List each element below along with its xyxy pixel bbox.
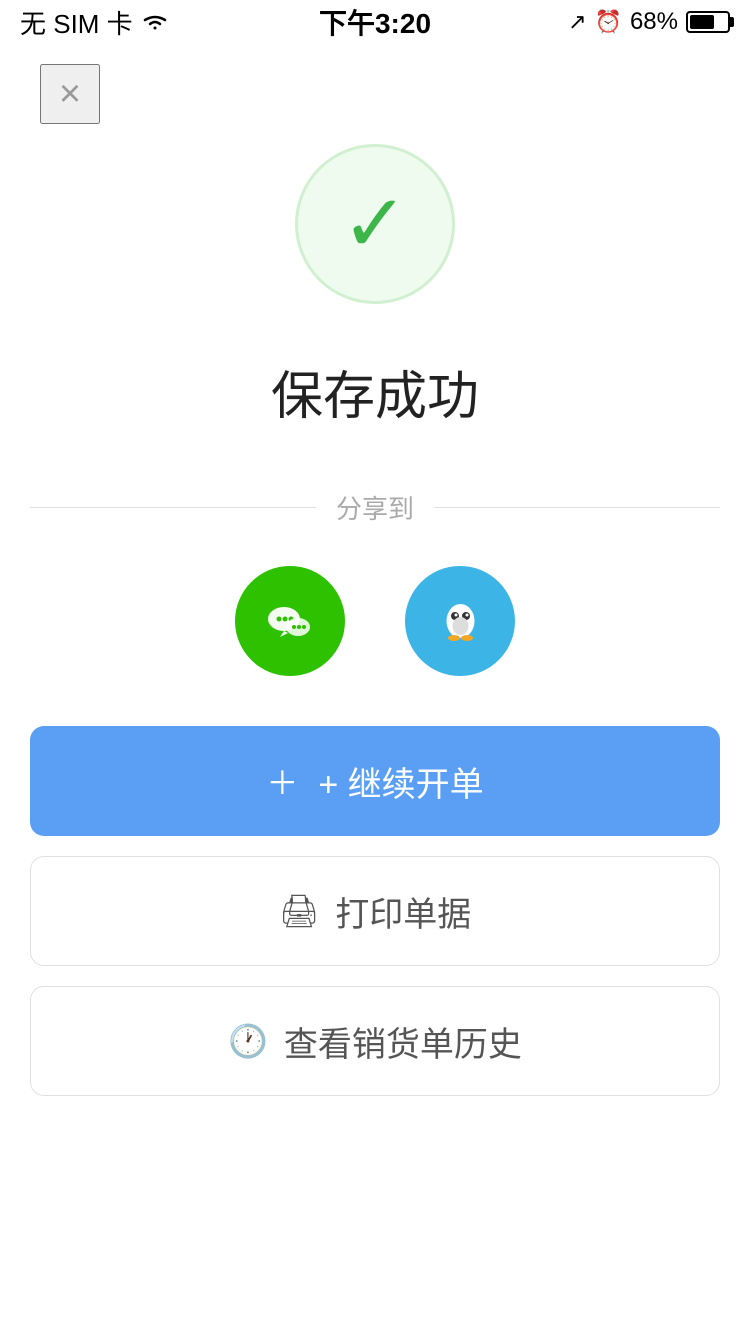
printer-icon: 🖨 — [279, 892, 320, 930]
main-content: × ✓ 保存成功 分享到 — [0, 44, 750, 1334]
divider-right — [434, 507, 720, 508]
battery-text: 68% — [630, 8, 678, 36]
history-label: 查看销货单历史 — [284, 1017, 522, 1066]
qq-icon — [428, 589, 493, 654]
wifi-icon — [141, 12, 169, 32]
print-button[interactable]: 🖨 打印单据 — [30, 856, 720, 966]
success-circle: ✓ — [295, 144, 455, 304]
wechat-icon — [258, 589, 323, 654]
print-label: 打印单据 — [335, 887, 471, 936]
checkmark-icon: ✓ — [341, 184, 408, 264]
share-label: 分享到 — [336, 489, 414, 526]
close-button[interactable]: × — [40, 64, 100, 124]
action-buttons: ＋ + 继续开单 🖨 打印单据 🕐 查看销货单历史 — [30, 726, 720, 1096]
success-title: 保存成功 — [271, 354, 479, 429]
wechat-share-button[interactable] — [235, 566, 345, 676]
divider-left — [30, 507, 316, 508]
share-section: 分享到 — [30, 489, 720, 676]
history-button[interactable]: 🕐 查看销货单历史 — [30, 986, 720, 1096]
status-time: 下午3:20 — [319, 2, 431, 42]
status-right: ↗ ⏰ 68% — [568, 8, 730, 36]
share-icons — [235, 566, 515, 676]
close-icon: × — [59, 75, 81, 113]
status-left: 无 SIM 卡 — [20, 4, 169, 41]
continue-label: + 继续开单 — [318, 757, 483, 806]
no-sim-text: 无 SIM 卡 — [20, 4, 133, 41]
plus-icon: ＋ — [266, 758, 298, 804]
direction-icon: ↗ — [568, 9, 586, 35]
status-bar: 无 SIM 卡 下午3:20 ↗ ⏰ 68% — [0, 0, 750, 44]
divider-row: 分享到 — [30, 489, 720, 526]
continue-button[interactable]: ＋ + 继续开单 — [30, 726, 720, 836]
clock-icon: 🕐 — [228, 1022, 268, 1060]
qq-share-button[interactable] — [405, 566, 515, 676]
alarm-icon: ⏰ — [595, 9, 622, 35]
battery-icon — [686, 11, 730, 33]
